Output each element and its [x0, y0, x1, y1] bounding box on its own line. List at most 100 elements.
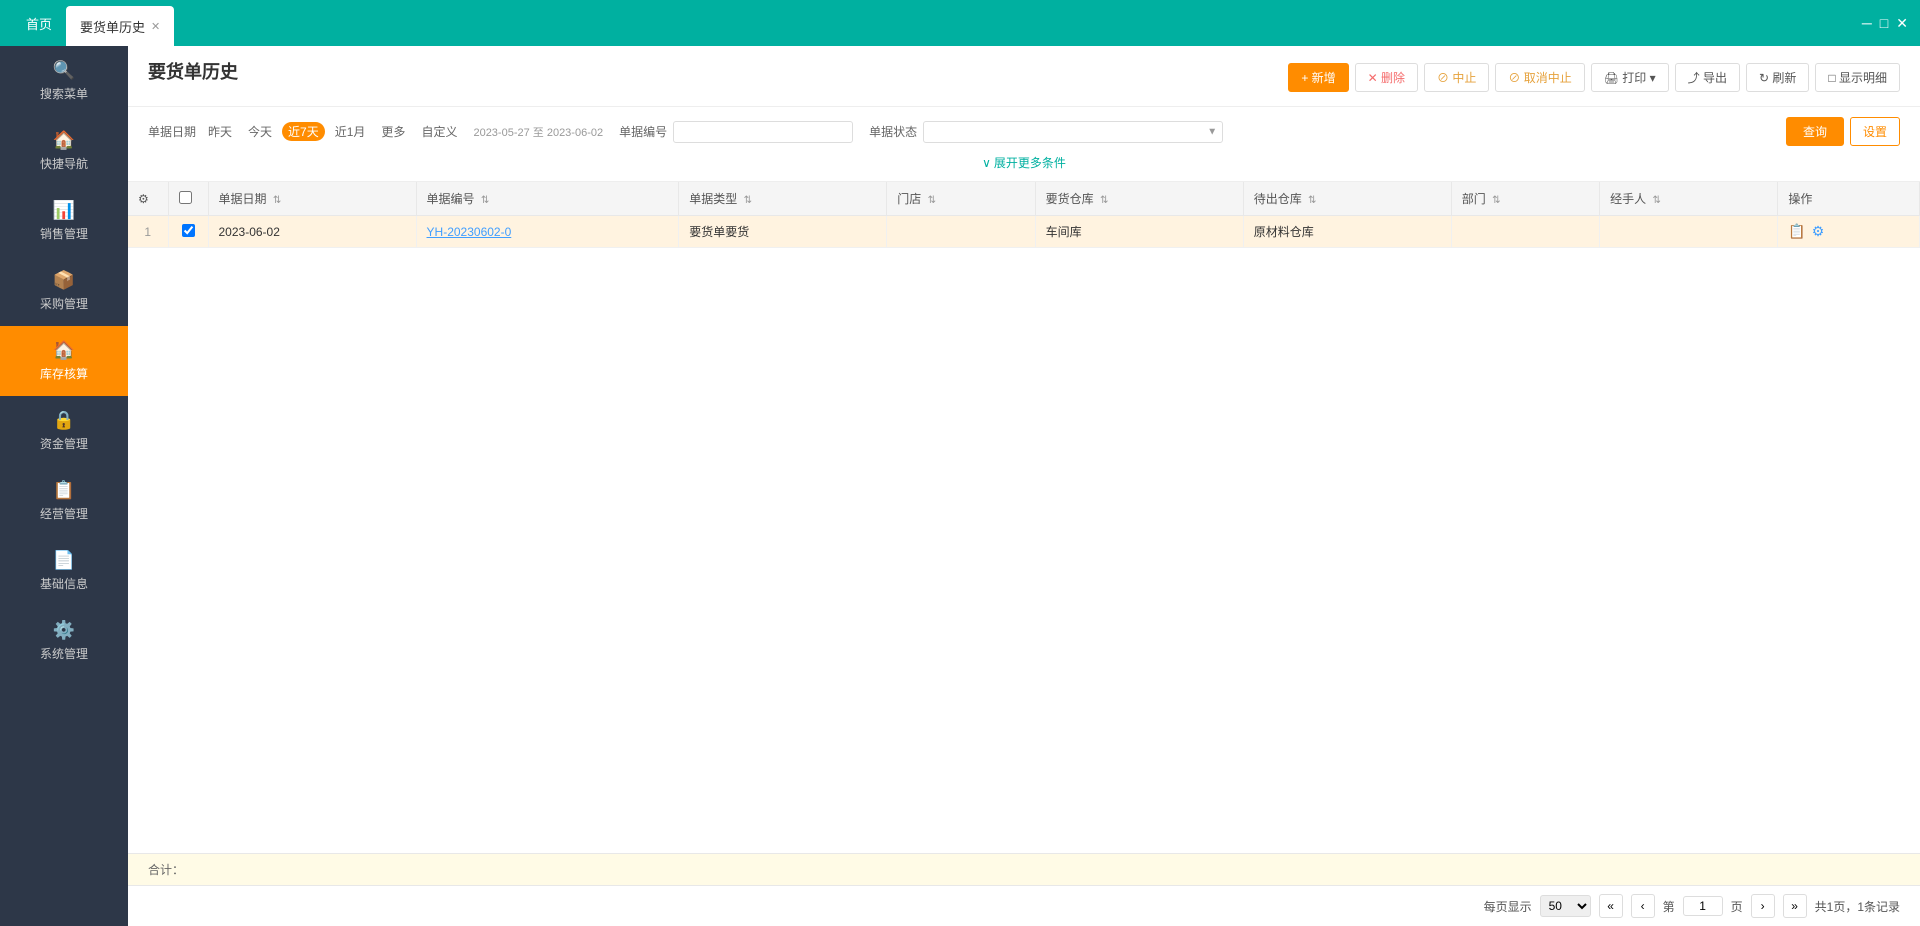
date-btn-today[interactable]: 今天 — [242, 122, 278, 141]
table-body: 1 2023-06-02 YH-20230602-0 要货单要货 车间库 原材料… — [128, 216, 1920, 248]
sidebar-item-sales[interactable]: 📊 销售管理 — [0, 186, 128, 256]
expand-filter-button[interactable]: ∨ 展开更多条件 — [982, 154, 1066, 171]
toolbar: + 新增 ✕ 删除 ⊘ 中止 ⊘ 取消中止 🖨 打印 ▾ ⤴ 导出 ↻ 刷新 □… — [1288, 63, 1900, 92]
doc-status-select[interactable] — [923, 121, 1223, 143]
table-header: ⚙ 单据日期 ⇅ 单据编号 ⇅ 单据类型 ⇅ 门店 ⇅ 要货仓库 ⇅ 待出仓库 … — [128, 182, 1920, 216]
col-no: 单据编号 ⇅ — [416, 182, 679, 216]
sort-req-warehouse-icon[interactable]: ⇅ — [1100, 195, 1108, 206]
sort-store-icon[interactable]: ⇅ — [928, 195, 936, 206]
system-icon: ⚙️ — [53, 620, 75, 641]
row-detail-icon[interactable]: ⚙ — [1812, 223, 1825, 240]
cell-action: 📋 ⚙ — [1778, 216, 1920, 248]
row-edit-icon[interactable]: 📋 — [1788, 223, 1805, 240]
sidebar-item-inventory-label: 库存核算 — [40, 365, 88, 382]
doc-status-filter-group: 单据状态 — [869, 121, 1770, 143]
maximize-icon[interactable]: □ — [1880, 15, 1888, 31]
filter-area: 单据日期 昨天 今天 近7天 近1月 更多 自定义 2023-05-27 至 2… — [128, 107, 1920, 182]
tab-home-label: 首页 — [26, 14, 52, 33]
tab-bar: 首页 要货单历史 ✕ — [12, 0, 1862, 46]
sidebar-item-purchase[interactable]: 📦 采购管理 — [0, 256, 128, 326]
cell-seq: 1 — [128, 216, 168, 248]
date-filter-group: 单据日期 昨天 今天 近7天 近1月 更多 自定义 2023-05-27 至 2… — [148, 122, 603, 141]
close-window-icon[interactable]: ✕ — [1896, 15, 1908, 32]
cell-req-warehouse: 车间库 — [1035, 216, 1243, 248]
prev-page-button[interactable]: ‹ — [1631, 894, 1655, 918]
finance-icon: 🔒 — [53, 410, 75, 431]
inventory-icon: 🏠 — [53, 340, 75, 361]
next-page-button[interactable]: › — [1751, 894, 1775, 918]
row-checkbox[interactable] — [182, 224, 195, 237]
setting-button[interactable]: 设置 — [1850, 117, 1900, 146]
cell-department — [1451, 216, 1599, 248]
cell-pending-warehouse: 原材料仓库 — [1243, 216, 1451, 248]
cell-doc-no: YH-20230602-0 — [416, 216, 679, 248]
sort-pending-warehouse-icon[interactable]: ⇅ — [1308, 195, 1316, 206]
sidebar-item-quick-nav[interactable]: 🏠 快捷导航 — [0, 116, 128, 186]
sidebar-item-basic-info[interactable]: 📄 基础信息 — [0, 536, 128, 606]
date-btn-more[interactable]: 更多 — [375, 122, 411, 141]
basic-info-icon: 📄 — [53, 550, 75, 571]
date-btn-yesterday[interactable]: 昨天 — [202, 122, 238, 141]
cancel-stop-button[interactable]: ⊘ 取消中止 — [1495, 63, 1584, 92]
date-btn-last-month[interactable]: 近1月 — [329, 122, 372, 141]
sidebar-item-quick-nav-label: 快捷导航 — [40, 155, 88, 172]
sidebar-item-finance-label: 资金管理 — [40, 435, 88, 452]
query-button[interactable]: 查询 — [1786, 117, 1844, 146]
sort-date-icon[interactable]: ⇅ — [273, 195, 281, 206]
query-buttons: 查询 设置 — [1786, 117, 1900, 146]
sidebar-item-operations[interactable]: 📋 经营管理 — [0, 466, 128, 536]
sort-type-icon[interactable]: ⇅ — [744, 195, 752, 206]
page-input-suffix: 页 — [1731, 898, 1743, 915]
sidebar-item-purchase-label: 采购管理 — [40, 295, 88, 312]
minimize-icon[interactable]: ─ — [1862, 15, 1872, 31]
page-number-input[interactable] — [1683, 896, 1723, 916]
tab-close-icon[interactable]: ✕ — [151, 20, 160, 33]
doc-no-link[interactable]: YH-20230602-0 — [427, 225, 512, 239]
show-detail-button[interactable]: □ 显示明细 — [1815, 63, 1900, 92]
sidebar-item-search[interactable]: 🔍 搜索菜单 — [0, 46, 128, 116]
sort-no-icon[interactable]: ⇅ — [481, 195, 489, 206]
sidebar-item-sales-label: 销售管理 — [40, 225, 88, 242]
content-body: ⚙ 单据日期 ⇅ 单据编号 ⇅ 单据类型 ⇅ 门店 ⇅ 要货仓库 ⇅ 待出仓库 … — [128, 182, 1920, 926]
sort-handler-icon[interactable]: ⇅ — [1652, 195, 1660, 206]
operations-icon: 📋 — [53, 480, 75, 501]
date-btn-last7[interactable]: 近7天 — [282, 122, 325, 141]
stop-button[interactable]: ⊘ 中止 — [1424, 63, 1489, 92]
tab-purchase-history-label: 要货单历史 — [80, 17, 145, 36]
summary-label: 合计： — [148, 861, 184, 878]
sidebar-item-inventory[interactable]: 🏠 库存核算 — [0, 326, 128, 396]
col-pending-warehouse: 待出仓库 ⇅ — [1243, 182, 1451, 216]
sidebar-item-system[interactable]: ⚙️ 系统管理 — [0, 606, 128, 676]
sales-icon: 📊 — [53, 200, 75, 221]
col-type: 单据类型 ⇅ — [679, 182, 887, 216]
search-icon: 🔍 — [53, 60, 75, 81]
doc-no-input[interactable] — [673, 121, 853, 143]
last-page-button[interactable]: » — [1783, 894, 1807, 918]
table-area: ⚙ 单据日期 ⇅ 单据编号 ⇅ 单据类型 ⇅ 门店 ⇅ 要货仓库 ⇅ 待出仓库 … — [128, 182, 1920, 853]
tab-purchase-history[interactable]: 要货单历史 ✕ — [66, 6, 174, 46]
date-filter-label: 单据日期 — [148, 123, 196, 140]
chevron-down-icon: ∨ — [982, 156, 991, 170]
col-settings[interactable]: ⚙ — [128, 182, 168, 216]
sidebar-item-finance[interactable]: 🔒 资金管理 — [0, 396, 128, 466]
select-all-checkbox[interactable] — [179, 191, 192, 204]
page-size-select[interactable]: 50 20 100 — [1540, 895, 1591, 917]
col-req-warehouse: 要货仓库 ⇅ — [1035, 182, 1243, 216]
print-button[interactable]: 🖨 打印 ▾ — [1591, 63, 1669, 92]
col-handler: 经手人 ⇅ — [1600, 182, 1778, 216]
new-button[interactable]: + 新增 — [1288, 63, 1348, 92]
delete-button[interactable]: ✕ 删除 — [1355, 63, 1418, 92]
tab-home[interactable]: 首页 — [12, 0, 66, 46]
sort-department-icon[interactable]: ⇅ — [1492, 195, 1500, 206]
export-button[interactable]: ⤴ 导出 — [1675, 63, 1740, 92]
cell-store — [887, 216, 1035, 248]
sidebar: 🔍 搜索菜单 🏠 快捷导航 📊 销售管理 📦 采购管理 🏠 库存核算 🔒 — [0, 46, 128, 926]
expand-filter-row: ∨ 展开更多条件 — [148, 154, 1900, 171]
sidebar-item-basic-info-label: 基础信息 — [40, 575, 88, 592]
first-page-button[interactable]: « — [1599, 894, 1623, 918]
pagination-bar: 每页显示 50 20 100 « ‹ 第 页 › » 共1页，1条记录 — [128, 885, 1920, 926]
purchase-icon: 📦 — [53, 270, 75, 291]
date-btn-custom[interactable]: 自定义 — [415, 122, 463, 141]
table-row[interactable]: 1 2023-06-02 YH-20230602-0 要货单要货 车间库 原材料… — [128, 216, 1920, 248]
refresh-button[interactable]: ↻ 刷新 — [1746, 63, 1809, 92]
